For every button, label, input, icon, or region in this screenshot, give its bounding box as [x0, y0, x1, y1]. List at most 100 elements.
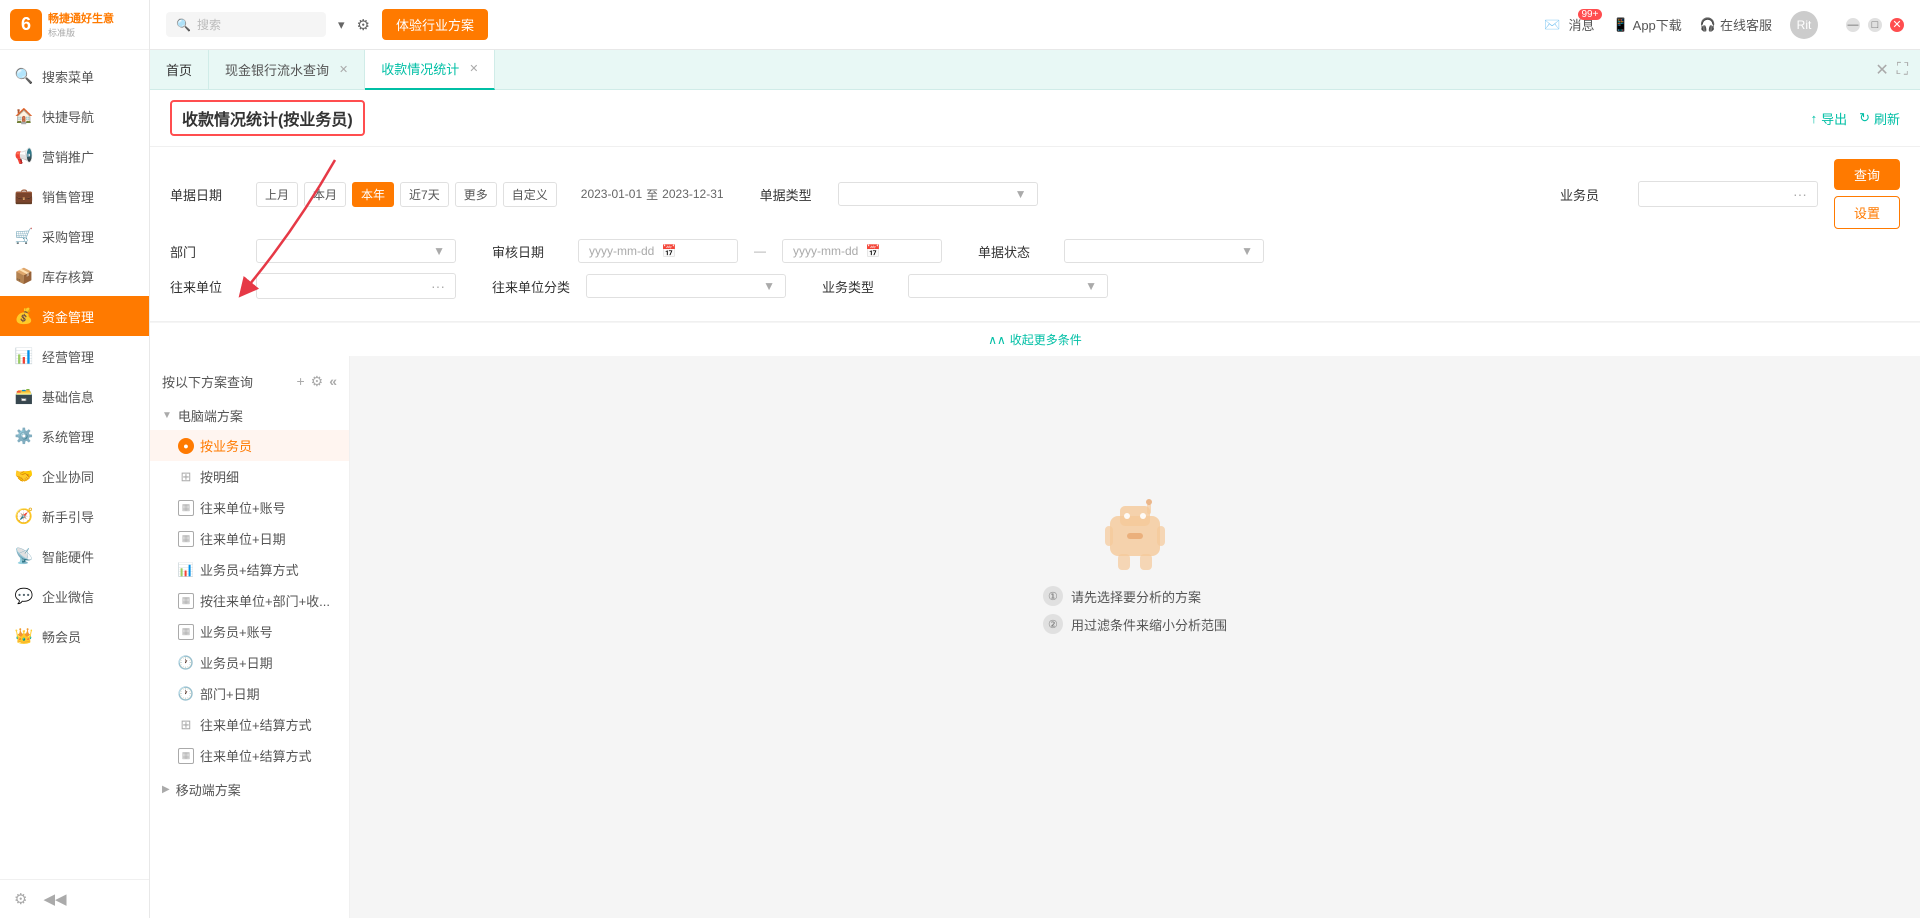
sidebar-item-basic[interactable]: 🗃️ 基础信息	[0, 376, 149, 416]
scheme-group-mobile-header[interactable]: ▶ 移动端方案	[150, 775, 349, 804]
main-area: 🔍 搜索 ▾ ⚙ 体验行业方案 ✉️ 99+ 消息 📱 App下载 🎧 在线客服	[150, 0, 1920, 918]
tabs-bar: 首页 现金银行流水查询 ✕ 收款情况统计 ✕ ✕ ⛶	[150, 50, 1920, 90]
bank-tab-close-icon[interactable]: ✕	[339, 63, 348, 76]
sidebar-item-marketing[interactable]: 📢 营销推广	[0, 136, 149, 176]
counterpart-account-icon: ▦	[178, 500, 194, 516]
scheme-group-mobile: ▶ 移动端方案	[150, 775, 349, 804]
operations-icon: 📊	[14, 346, 34, 366]
receipt-tab-close-icon[interactable]: ✕	[469, 62, 478, 75]
sidebar-item-guide[interactable]: 🧭 新手引导	[0, 496, 149, 536]
scheme-item-salesman-settlement[interactable]: 📊 业务员+结算方式	[150, 554, 349, 585]
window-maximize-button[interactable]: □	[1868, 18, 1882, 32]
sidebar-item-enterprise[interactable]: 🤝 企业协同	[0, 456, 149, 496]
counterpart-type-select[interactable]: ▼	[586, 274, 786, 298]
counterpart-settlement-icon: ⊞	[178, 717, 194, 733]
tab-home[interactable]: 首页	[150, 50, 209, 90]
scheme-settings-icon[interactable]: ⚙	[311, 373, 324, 390]
biz-type-select[interactable]: ▼	[908, 274, 1108, 298]
sidebar-item-sales[interactable]: 💼 销售管理	[0, 176, 149, 216]
user-avatar[interactable]: Rit	[1790, 11, 1818, 39]
refresh-button[interactable]: ↻ 刷新	[1859, 109, 1900, 128]
collapse-panel-icon[interactable]: «	[329, 373, 337, 390]
tab-expand-icon[interactable]: ⛶	[1897, 61, 1908, 79]
right-content: ① 请先选择要分析的方案 ② 用过滤条件来缩小分析范围	[350, 356, 1920, 918]
sidebar-item-finance[interactable]: 💰 资金管理	[0, 296, 149, 336]
date-btn-custom[interactable]: 自定义	[503, 182, 557, 207]
scheme-group-desktop-header[interactable]: ▼ 电脑端方案	[150, 401, 349, 430]
topbar-dropdown-icon[interactable]: ▾	[338, 17, 345, 33]
date-btn-this-year[interactable]: 本年	[352, 182, 394, 207]
counterpart-settlement2-icon: ▦	[178, 748, 194, 764]
query-button[interactable]: 查询	[1834, 159, 1900, 190]
dept-select[interactable]: ▼	[256, 239, 456, 263]
date-btn-this-month[interactable]: 本月	[304, 182, 346, 207]
audit-date-to-input[interactable]: yyyy-mm-dd 📅	[782, 239, 942, 263]
marketing-icon: 📢	[14, 146, 34, 166]
counterpart-dots[interactable]: ···	[431, 278, 445, 294]
system-icon: ⚙️	[14, 426, 34, 446]
app-download-button[interactable]: 📱 App下载	[1612, 15, 1681, 34]
scheme-item-counterpart-settlement[interactable]: ⊞ 往来单位+结算方式	[150, 709, 349, 740]
finance-icon: 💰	[14, 306, 34, 326]
salesman-select[interactable]: ···	[1638, 181, 1818, 207]
tab-receipt[interactable]: 收款情况统计 ✕	[365, 50, 495, 90]
body-area: 按以下方案查询 + ⚙ « ▼ 电脑端方案	[150, 356, 1920, 918]
window-close-button[interactable]: ✕	[1890, 18, 1904, 32]
scheme-item-detail[interactable]: ⊞ 按明细	[150, 461, 349, 492]
page-header: 收款情况统计(按业务员) ↑ 导出 ↻ 刷新	[150, 90, 1920, 147]
export-button[interactable]: ↑ 导出	[1811, 109, 1848, 128]
salesman-dots[interactable]: ···	[1793, 186, 1807, 202]
date-btn-last-month[interactable]: 上月	[256, 182, 298, 207]
sidebar-item-inventory[interactable]: 📦 库存核算	[0, 256, 149, 296]
topbar-gear-icon[interactable]: ⚙	[357, 16, 370, 34]
settings-footer-icon[interactable]: ⚙	[14, 890, 27, 908]
salesman-filter-area: 业务员 ···	[1560, 181, 1818, 207]
collapse-bar[interactable]: ∧∧ 收起更多条件	[150, 322, 1920, 356]
filter-row-3: 往来单位 ··· 往来单位分类 ▼ 业务类型 ▼	[170, 273, 1900, 299]
type-select[interactable]: ▼	[838, 182, 1038, 206]
empty-tips: ① 请先选择要分析的方案 ② 用过滤条件来缩小分析范围	[1043, 586, 1227, 634]
scheme-group-desktop: ▼ 电脑端方案 ● 按业务员 ⊞ 按明细 ▦	[150, 401, 349, 771]
add-scheme-icon[interactable]: +	[296, 373, 304, 390]
calendar-icon-from: 📅	[662, 244, 677, 258]
status-select[interactable]: ▼	[1064, 239, 1264, 263]
scheme-item-dept-date[interactable]: 🕐 部门+日期	[150, 678, 349, 709]
empty-tip-1: ① 请先选择要分析的方案	[1043, 586, 1227, 606]
biz-type-arrow: ▼	[1085, 279, 1097, 293]
detail-scheme-icon: ⊞	[178, 469, 194, 485]
message-button[interactable]: ✉️ 99+ 消息	[1544, 15, 1594, 34]
sidebar-item-search[interactable]: 🔍 搜索菜单	[0, 56, 149, 96]
scheme-item-counterpart-dept-collect[interactable]: ▦ 按往来单位+部门+收...	[150, 585, 349, 616]
online-service-button[interactable]: 🎧 在线客服	[1700, 15, 1772, 34]
collapse-sidebar-icon[interactable]: ◀◀	[43, 890, 66, 908]
scheme-item-salesman-date[interactable]: 🕐 业务员+日期	[150, 647, 349, 678]
counterpart-select[interactable]: ···	[256, 273, 456, 299]
scheme-item-salesman-account[interactable]: ▦ 业务员+账号	[150, 616, 349, 647]
salesman-account-icon: ▦	[178, 624, 194, 640]
sidebar-item-hardware[interactable]: 📡 智能硬件	[0, 536, 149, 576]
sidebar-item-operations[interactable]: 📊 经营管理	[0, 336, 149, 376]
mobile-group-label: 移动端方案	[176, 780, 241, 799]
settings-button[interactable]: 设置	[1834, 196, 1900, 229]
sidebar-item-system[interactable]: ⚙️ 系统管理	[0, 416, 149, 456]
window-minimize-button[interactable]: —	[1846, 18, 1860, 32]
sidebar-item-wechat[interactable]: 💬 企业微信	[0, 576, 149, 616]
sidebar-item-quicknav[interactable]: 🏠 快捷导航	[0, 96, 149, 136]
scheme-item-counterpart-account[interactable]: ▦ 往来单位+账号	[150, 492, 349, 523]
topbar-cta-button[interactable]: 体验行业方案	[382, 9, 488, 40]
scheme-item-counterpart-settlement2[interactable]: ▦ 往来单位+结算方式	[150, 740, 349, 771]
audit-date-from-input[interactable]: yyyy-mm-dd 📅	[578, 239, 738, 263]
topbar-right: ✉️ 99+ 消息 📱 App下载 🎧 在线客服 Rit — □	[1544, 11, 1904, 39]
tab-close-all-icon[interactable]: ✕	[1875, 60, 1888, 80]
salesman-scheme-icon: ●	[178, 438, 194, 454]
date-filter-label: 单据日期	[170, 185, 240, 204]
date-btn-7days[interactable]: 近7天	[400, 182, 449, 207]
scheme-item-counterpart-date[interactable]: ▦ 往来单位+日期	[150, 523, 349, 554]
search-icon: 🔍	[14, 66, 34, 86]
empty-illustration	[1085, 476, 1185, 576]
tab-bank[interactable]: 现金银行流水查询 ✕	[209, 50, 365, 90]
date-btn-more[interactable]: 更多	[455, 182, 497, 207]
sidebar-item-purchase[interactable]: 🛒 采购管理	[0, 216, 149, 256]
sidebar-item-member[interactable]: 👑 畅会员	[0, 616, 149, 656]
scheme-item-salesman[interactable]: ● 按业务员	[150, 430, 349, 461]
